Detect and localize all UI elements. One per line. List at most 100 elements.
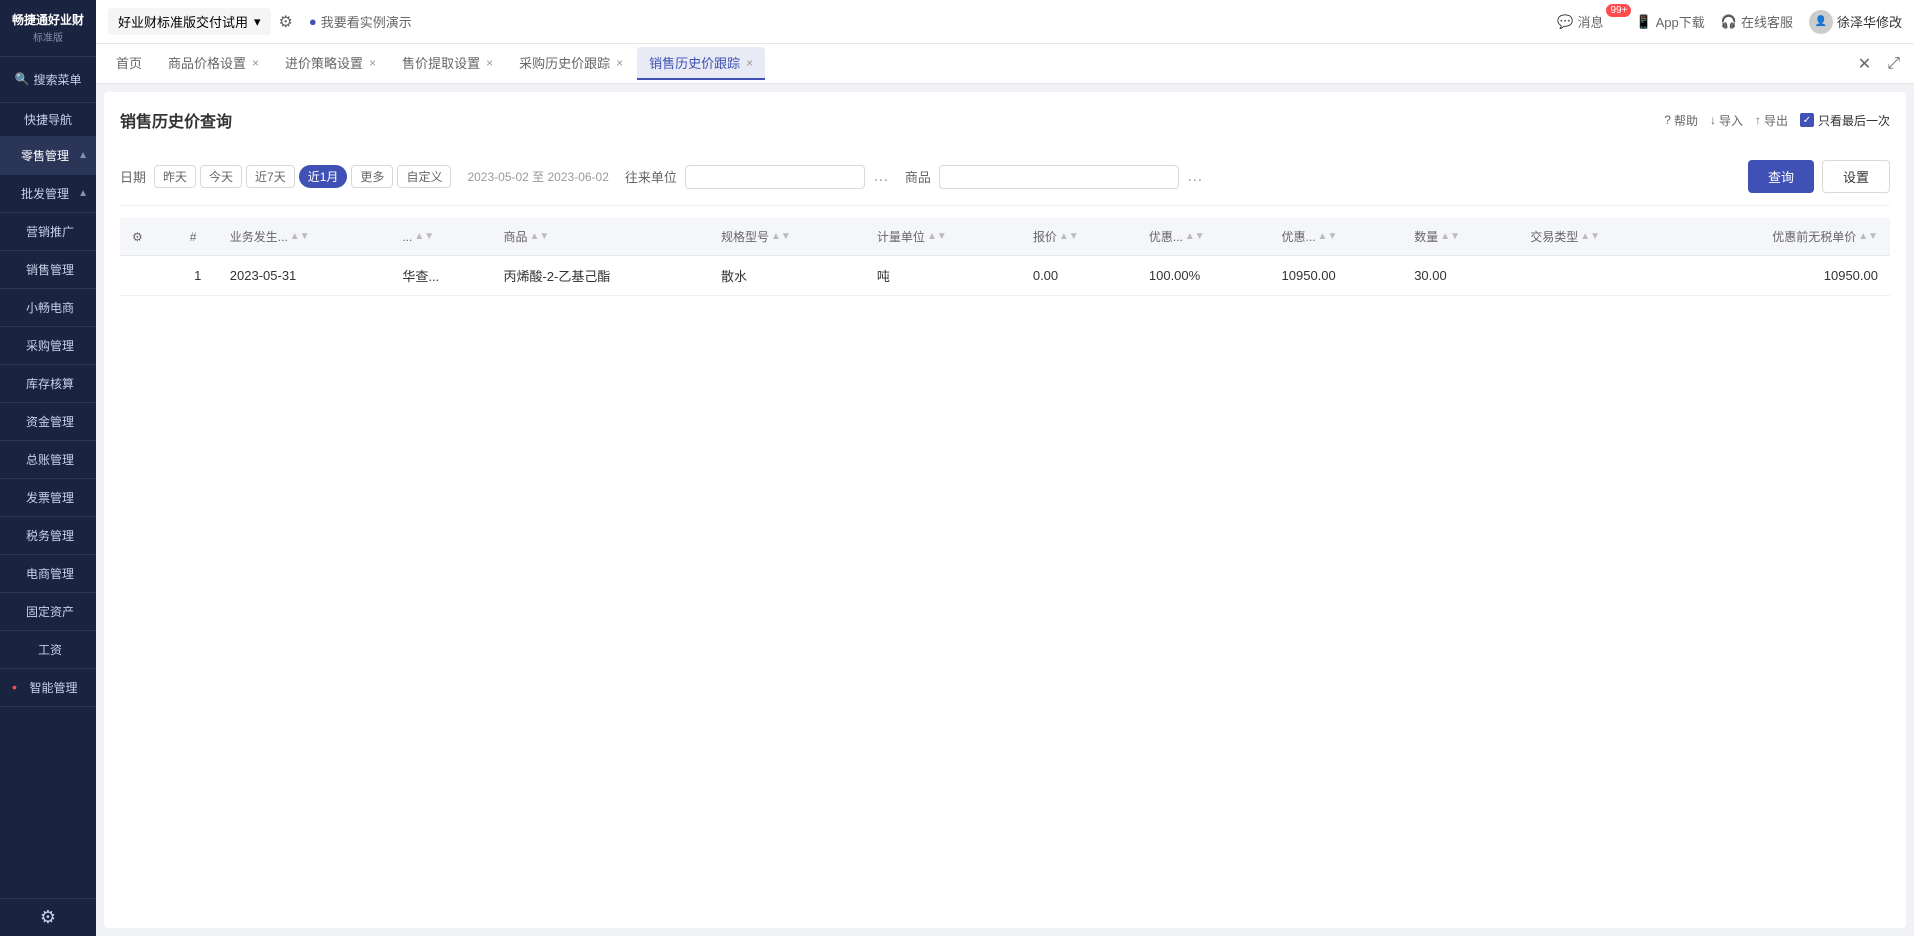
row-settings-cell[interactable] bbox=[120, 256, 178, 296]
tab-product-price[interactable]: 商品价格设置 × bbox=[156, 47, 271, 80]
tab-close-icon[interactable]: × bbox=[486, 56, 493, 70]
tab-home[interactable]: 首页 bbox=[104, 47, 154, 80]
tab-close-icon[interactable]: × bbox=[746, 56, 753, 70]
date-today-btn[interactable]: 今天 bbox=[200, 165, 242, 188]
tab-sale-extract-label: 售价提取设置 bbox=[402, 53, 480, 72]
col-more[interactable]: ... ▲▼ bbox=[390, 218, 491, 256]
table-settings-icon[interactable]: ⚙ bbox=[132, 230, 143, 244]
quick-nav-button[interactable]: 快捷导航 bbox=[0, 103, 96, 137]
settings-button[interactable]: 设置 bbox=[1822, 160, 1890, 193]
sidebar-item-retail[interactable]: 零售管理 ▲ bbox=[0, 137, 96, 175]
search-menu-button[interactable]: 🔍 搜索菜单 bbox=[8, 67, 88, 92]
sidebar-item-sales[interactable]: 销售管理 bbox=[0, 251, 96, 289]
source-unit-filter-group: 往来单位 … bbox=[625, 165, 889, 189]
help-icon: ? bbox=[1664, 113, 1671, 127]
product-input[interactable] bbox=[939, 165, 1179, 189]
date-1month-btn[interactable]: 近1月 bbox=[299, 165, 348, 188]
sidebar-item-invoice[interactable]: 发票管理 bbox=[0, 479, 96, 517]
col-price-label: 报价 bbox=[1033, 228, 1057, 245]
tab-close-icon[interactable]: × bbox=[369, 56, 376, 70]
col-business-date[interactable]: 业务发生... ▲▼ bbox=[218, 218, 391, 256]
sidebar-item-marketing[interactable]: 营销推广 bbox=[0, 213, 96, 251]
export-link[interactable]: ↑ 导出 bbox=[1755, 112, 1788, 129]
col-discount-pct-label: 优惠... bbox=[1149, 228, 1183, 245]
messages-button[interactable]: 💬 消息 99+ bbox=[1557, 12, 1619, 31]
sort-icon: ▲▼ bbox=[529, 232, 549, 242]
date-yesterday-btn[interactable]: 昨天 bbox=[154, 165, 196, 188]
sort-icon: ▲▼ bbox=[1059, 232, 1079, 242]
search-icon: 🔍 bbox=[15, 72, 30, 86]
date-more-btn[interactable]: 更多 bbox=[351, 165, 393, 188]
sidebar-settings-button[interactable]: ⚙ bbox=[0, 898, 96, 936]
row-tx-type bbox=[1518, 256, 1674, 296]
col-product[interactable]: 商品 ▲▼ bbox=[491, 218, 709, 256]
product-name: 好业财标准版交付试用 bbox=[118, 12, 248, 31]
sidebar-item-tax[interactable]: 税务管理 bbox=[0, 517, 96, 555]
tab-purchase-history[interactable]: 采购历史价跟踪 × bbox=[507, 47, 635, 80]
sidebar-item-salary[interactable]: 工资 bbox=[0, 631, 96, 669]
sidebar-item-smart[interactable]: 智能管理 bbox=[0, 669, 96, 707]
sort-icon: ▲▼ bbox=[290, 232, 310, 242]
source-unit-input[interactable] bbox=[685, 165, 865, 189]
settings-icon: ⚙ bbox=[40, 907, 56, 927]
tab-close-window-button[interactable]: ✕ bbox=[1852, 52, 1877, 76]
sidebar-item-finance[interactable]: 资金管理 bbox=[0, 403, 96, 441]
online-service-button[interactable]: 🎧 在线客服 bbox=[1721, 12, 1793, 31]
chevron-icon: ▲ bbox=[78, 150, 88, 161]
demo-link[interactable]: ● 我要看实例演示 bbox=[309, 12, 412, 31]
messages-label: 消息 bbox=[1577, 12, 1603, 31]
date-7days-btn[interactable]: 近7天 bbox=[246, 165, 295, 188]
topbar-settings-icon[interactable]: ⚙ bbox=[279, 12, 293, 32]
sidebar-item-ecommerce-small[interactable]: 小畅电商 bbox=[0, 289, 96, 327]
sidebar-search-area[interactable]: 🔍 搜索菜单 bbox=[0, 57, 96, 103]
import-link[interactable]: ↓ 导入 bbox=[1710, 112, 1743, 129]
app-download-button[interactable]: 📱 App下载 bbox=[1635, 12, 1704, 31]
page-header: 销售历史价查询 ? 帮助 ↓ 导入 ↑ 导出 ✓ 只看最后一次 bbox=[120, 108, 1890, 132]
col-tx-type[interactable]: 交易类型 ▲▼ bbox=[1518, 218, 1674, 256]
import-icon: ↓ bbox=[1710, 113, 1716, 127]
demo-icon: ● bbox=[309, 14, 317, 29]
user-menu[interactable]: 👤 徐泽华修改 bbox=[1809, 10, 1902, 34]
only-last-checkbox[interactable]: ✓ 只看最后一次 bbox=[1800, 112, 1890, 129]
content-area: 销售历史价查询 ? 帮助 ↓ 导入 ↑ 导出 ✓ 只看最后一次 bbox=[104, 92, 1906, 928]
col-price[interactable]: 报价 ▲▼ bbox=[1021, 218, 1137, 256]
col-quantity-label: 数量 bbox=[1414, 228, 1438, 245]
col-business-date-label: 业务发生... bbox=[230, 228, 288, 245]
topbar: 好业财标准版交付试用 ▾ ⚙ ● 我要看实例演示 💬 消息 99+ 📱 App下… bbox=[96, 0, 1914, 44]
date-filter-buttons: 昨天 今天 近7天 近1月 更多 自定义 bbox=[154, 165, 451, 188]
sidebar-item-fixed-assets[interactable]: 固定资产 bbox=[0, 593, 96, 631]
tab-close-icon[interactable]: × bbox=[616, 56, 623, 70]
messages-badge: 99+ bbox=[1606, 4, 1631, 17]
sidebar-item-ledger[interactable]: 总账管理 bbox=[0, 441, 96, 479]
tab-sale-extract[interactable]: 售价提取设置 × bbox=[390, 47, 505, 80]
col-pretax-price-label: 优惠前无税单价 bbox=[1772, 228, 1856, 245]
tab-expand-button[interactable]: ⤢ bbox=[1881, 52, 1906, 76]
col-tx-type-label: 交易类型 bbox=[1530, 228, 1578, 245]
col-pretax-price[interactable]: 优惠前无税单价 ▲▼ bbox=[1674, 218, 1890, 256]
user-name: 徐泽华修改 bbox=[1837, 12, 1902, 31]
tab-sale-history[interactable]: 销售历史价跟踪 × bbox=[637, 47, 765, 80]
product-selector[interactable]: 好业财标准版交付试用 ▾ bbox=[108, 8, 271, 35]
sidebar-item-purchase[interactable]: 采购管理 bbox=[0, 327, 96, 365]
row-more: 华查... bbox=[390, 256, 491, 296]
source-unit-dots[interactable]: … bbox=[873, 168, 889, 186]
product-dots[interactable]: … bbox=[1187, 168, 1203, 186]
sort-icon: ▲▼ bbox=[1580, 232, 1600, 242]
col-settings[interactable]: ⚙ bbox=[120, 218, 178, 256]
col-spec[interactable]: 规格型号 ▲▼ bbox=[709, 218, 865, 256]
query-button[interactable]: 查询 bbox=[1748, 160, 1814, 193]
help-link[interactable]: ? 帮助 bbox=[1664, 112, 1698, 129]
tab-purchase-strategy[interactable]: 进价策略设置 × bbox=[273, 47, 388, 80]
sidebar-item-ecommerce[interactable]: 电商管理 bbox=[0, 555, 96, 593]
row-pretax-price: 10950.00 bbox=[1674, 256, 1890, 296]
date-custom-btn[interactable]: 自定义 bbox=[397, 165, 451, 188]
sidebar-item-inventory[interactable]: 库存核算 bbox=[0, 365, 96, 403]
sidebar-item-wholesale[interactable]: 批发管理 ▲ bbox=[0, 175, 96, 213]
col-unit[interactable]: 计量单位 ▲▼ bbox=[865, 218, 1021, 256]
col-discount-amt[interactable]: 优惠... ▲▼ bbox=[1270, 218, 1403, 256]
col-discount-pct[interactable]: 优惠... ▲▼ bbox=[1137, 218, 1270, 256]
col-quantity[interactable]: 数量 ▲▼ bbox=[1402, 218, 1518, 256]
tab-close-icon[interactable]: × bbox=[252, 56, 259, 70]
col-unit-label: 计量单位 bbox=[877, 228, 925, 245]
tabbar: 首页 商品价格设置 × 进价策略设置 × 售价提取设置 × 采购历史价跟踪 × … bbox=[96, 44, 1914, 84]
